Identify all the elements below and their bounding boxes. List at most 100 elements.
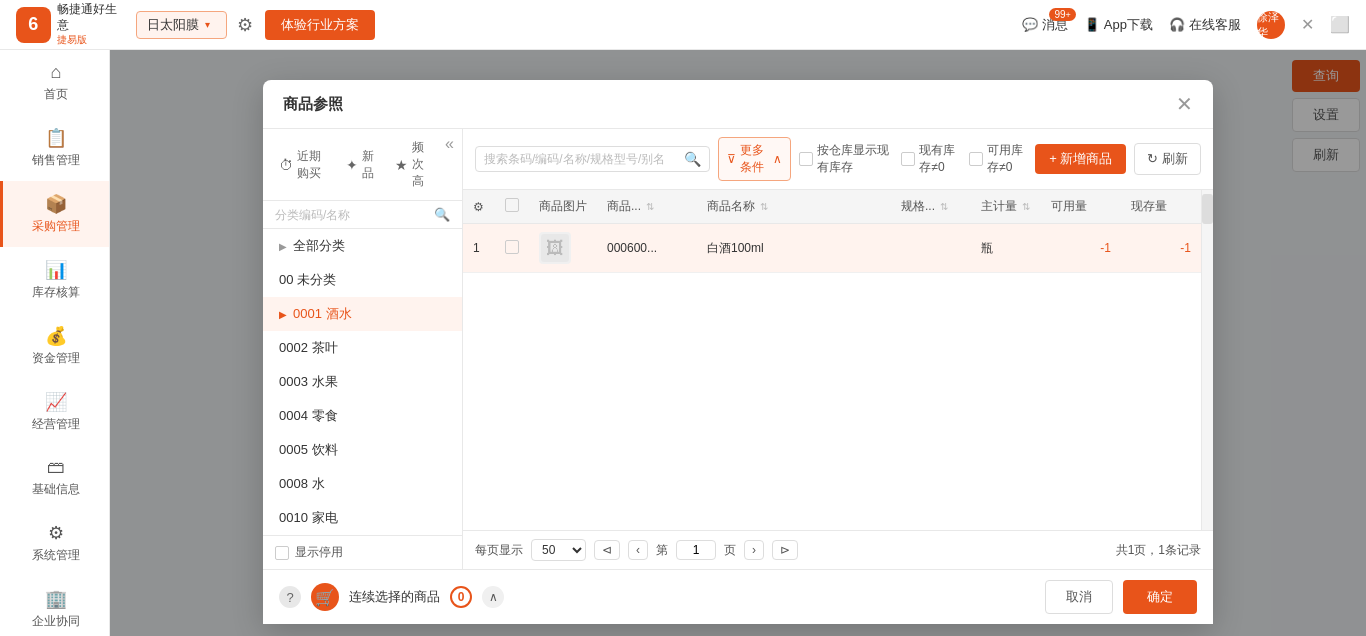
- stock-ne0-checkbox[interactable]: [901, 152, 915, 166]
- mobile-icon: 📱: [1084, 17, 1100, 32]
- logo-text: 畅捷通好生意: [57, 2, 126, 33]
- collapse-panel-btn[interactable]: «: [445, 135, 454, 194]
- modal-footer: ? 🛒 连续选择的商品 0 ∧ 取消 确定: [263, 569, 1213, 624]
- table-row[interactable]: 1 🖼: [463, 224, 1201, 273]
- sidebar-item-purchase[interactable]: 📦 采购管理: [0, 181, 109, 247]
- filter-warehouse-check[interactable]: 按仓库显示现有库存: [799, 142, 891, 176]
- headset-icon: 🎧: [1169, 17, 1185, 32]
- sidebar-label-system: 系统管理: [32, 547, 80, 564]
- select-all-checkbox[interactable]: [505, 198, 519, 212]
- cat-item-c0003[interactable]: 0003 水果: [263, 365, 462, 399]
- nav-right: 💬 消息 99+ 📱 App下载 🎧 在线客服 徐泽华 ✕ ⬜: [1022, 11, 1350, 39]
- filter-avail-ne0-check[interactable]: 可用库存≠0: [969, 142, 1027, 176]
- th-stock: 现存量: [1121, 190, 1201, 224]
- category-search-input[interactable]: [275, 208, 434, 222]
- finance-icon: 💰: [45, 325, 67, 347]
- product-table-wrap[interactable]: ⚙ 商品图片 商品...: [463, 190, 1201, 530]
- warehouse-checkbox[interactable]: [799, 152, 813, 166]
- th-unit[interactable]: 主计量 ⇅: [971, 190, 1041, 224]
- th-image: 商品图片: [529, 190, 597, 224]
- cat-item-c0010[interactable]: 0010 家电: [263, 501, 462, 535]
- filter-stock-ne0-check[interactable]: 现有库存≠0: [901, 142, 959, 176]
- cat-item-c0004[interactable]: 0004 零食: [263, 399, 462, 433]
- sidebar-item-system[interactable]: ⚙ 系统管理: [0, 510, 109, 576]
- next-page-btn[interactable]: ›: [744, 540, 764, 560]
- sidebar-label-enterprise: 企业协同: [32, 613, 80, 630]
- user-avatar-item[interactable]: 徐泽华: [1257, 11, 1285, 39]
- first-page-btn[interactable]: ⊲: [594, 540, 620, 560]
- sidebar-item-operation[interactable]: 📈 经营管理: [0, 379, 109, 445]
- cat-item-c0001[interactable]: ▶ 0001 酒水: [263, 297, 462, 331]
- product-search-icon[interactable]: 🔍: [684, 151, 701, 167]
- sidebar-item-finance[interactable]: 💰 资金管理: [0, 313, 109, 379]
- table-area: ⚙ 商品图片 商品...: [463, 190, 1213, 530]
- window-expand-btn[interactable]: ⬜: [1330, 15, 1350, 34]
- cat-tab-recent-label: 近期购买: [297, 148, 326, 182]
- cart-button[interactable]: 🛒: [311, 583, 339, 611]
- modal-header: 商品参照 ✕: [263, 80, 1213, 129]
- sidebar-item-enterprise[interactable]: 🏢 企业协同: [0, 576, 109, 636]
- sidebar-label-operation: 经营管理: [32, 416, 80, 433]
- th-settings[interactable]: ⚙: [463, 190, 495, 224]
- sidebar-item-basic[interactable]: 🗃 基础信息: [0, 445, 109, 510]
- expand-icon: ⬜: [1330, 15, 1350, 34]
- logo-icon: 6: [16, 7, 51, 43]
- current-page-input[interactable]: [676, 540, 716, 560]
- logo-area: 6 畅捷通好生意 捷易版: [16, 2, 126, 47]
- online-service-nav-item[interactable]: 🎧 在线客服: [1169, 16, 1241, 34]
- basic-icon: 🗃: [47, 457, 65, 478]
- th-name[interactable]: 商品名称 ⇅: [697, 190, 891, 224]
- filter-label: 更多条件: [740, 142, 769, 176]
- cat-item-c0008[interactable]: 0008 水: [263, 467, 462, 501]
- prev-page-btn[interactable]: ‹: [628, 540, 648, 560]
- window-close-btn[interactable]: ✕: [1301, 15, 1314, 34]
- th-code[interactable]: 商品... ⇅: [597, 190, 697, 224]
- refresh-button[interactable]: ↻ 刷新: [1134, 143, 1201, 175]
- settings-icon[interactable]: ⚙: [237, 14, 253, 36]
- sidebar-item-inventory[interactable]: 📊 库存核算: [0, 247, 109, 313]
- category-panel: ⏱ 近期购买 ✦ 新品 ★ 频次高 «: [263, 129, 463, 569]
- cat-item-c0005[interactable]: 0005 饮料: [263, 433, 462, 467]
- category-search-row: 🔍: [263, 201, 462, 229]
- cat-item-c00[interactable]: 00 未分类: [263, 263, 462, 297]
- cat-item-c0002[interactable]: 0002 茶叶: [263, 331, 462, 365]
- add-product-button[interactable]: + 新增商品: [1035, 144, 1126, 174]
- cat-tab-recent[interactable]: ⏱ 近期购买: [271, 135, 334, 194]
- messages-nav-item[interactable]: 💬 消息 99+: [1022, 16, 1068, 34]
- cat-tab-new[interactable]: ✦ 新品: [338, 135, 383, 194]
- filter-more-btn[interactable]: ⊽ 更多条件 ∧: [718, 137, 791, 181]
- cancel-button[interactable]: 取消: [1045, 580, 1113, 614]
- app-download-nav-item[interactable]: 📱 App下载: [1084, 16, 1153, 34]
- cat-tab-frequent[interactable]: ★ 频次高: [387, 135, 441, 194]
- category-search-icon[interactable]: 🔍: [434, 207, 450, 222]
- table-scrollbar[interactable]: [1201, 190, 1213, 530]
- cart-count: 0: [450, 586, 472, 608]
- store-selector[interactable]: 日太阳膜 ▾: [136, 11, 227, 39]
- row-unit: 瓶: [971, 224, 1041, 273]
- collapse-footer-btn[interactable]: ∧: [482, 586, 504, 608]
- help-icon[interactable]: ?: [279, 586, 301, 608]
- th-checkbox[interactable]: [495, 190, 529, 224]
- last-page-btn[interactable]: ⊳: [772, 540, 798, 560]
- category-quick-tabs: ⏱ 近期购买 ✦ 新品 ★ 频次高 «: [263, 129, 462, 201]
- row-checkbox-cell[interactable]: [495, 224, 529, 273]
- product-search-input[interactable]: [484, 152, 684, 166]
- show-disabled-row[interactable]: 显示停用: [275, 544, 450, 561]
- category-panel-footer: 显示停用: [263, 535, 462, 569]
- page-size-select[interactable]: 50 100 200: [531, 539, 586, 561]
- sidebar-item-sales[interactable]: 📋 销售管理: [0, 115, 109, 181]
- cat-item-all[interactable]: ▶ 全部分类: [263, 229, 462, 263]
- sidebar-label-inventory: 库存核算: [32, 284, 80, 301]
- show-disabled-checkbox[interactable]: [275, 546, 289, 560]
- confirm-button[interactable]: 确定: [1123, 580, 1197, 614]
- sidebar-label-basic: 基础信息: [32, 481, 80, 498]
- row-checkbox[interactable]: [505, 240, 519, 254]
- avail-ne0-checkbox[interactable]: [969, 152, 983, 166]
- trial-button[interactable]: 体验行业方案: [265, 10, 375, 40]
- modal-close-button[interactable]: ✕: [1176, 94, 1193, 114]
- th-spec[interactable]: 规格... ⇅: [891, 190, 971, 224]
- top-nav: 6 畅捷通好生意 捷易版 日太阳膜 ▾ ⚙ 体验行业方案 💬 消息 99+ 📱 …: [0, 0, 1366, 50]
- sort-arrows-name: ⇅: [760, 201, 768, 212]
- sidebar-item-home[interactable]: ⌂ 首页: [0, 50, 109, 115]
- thumbnail-placeholder: 🖼: [541, 234, 569, 262]
